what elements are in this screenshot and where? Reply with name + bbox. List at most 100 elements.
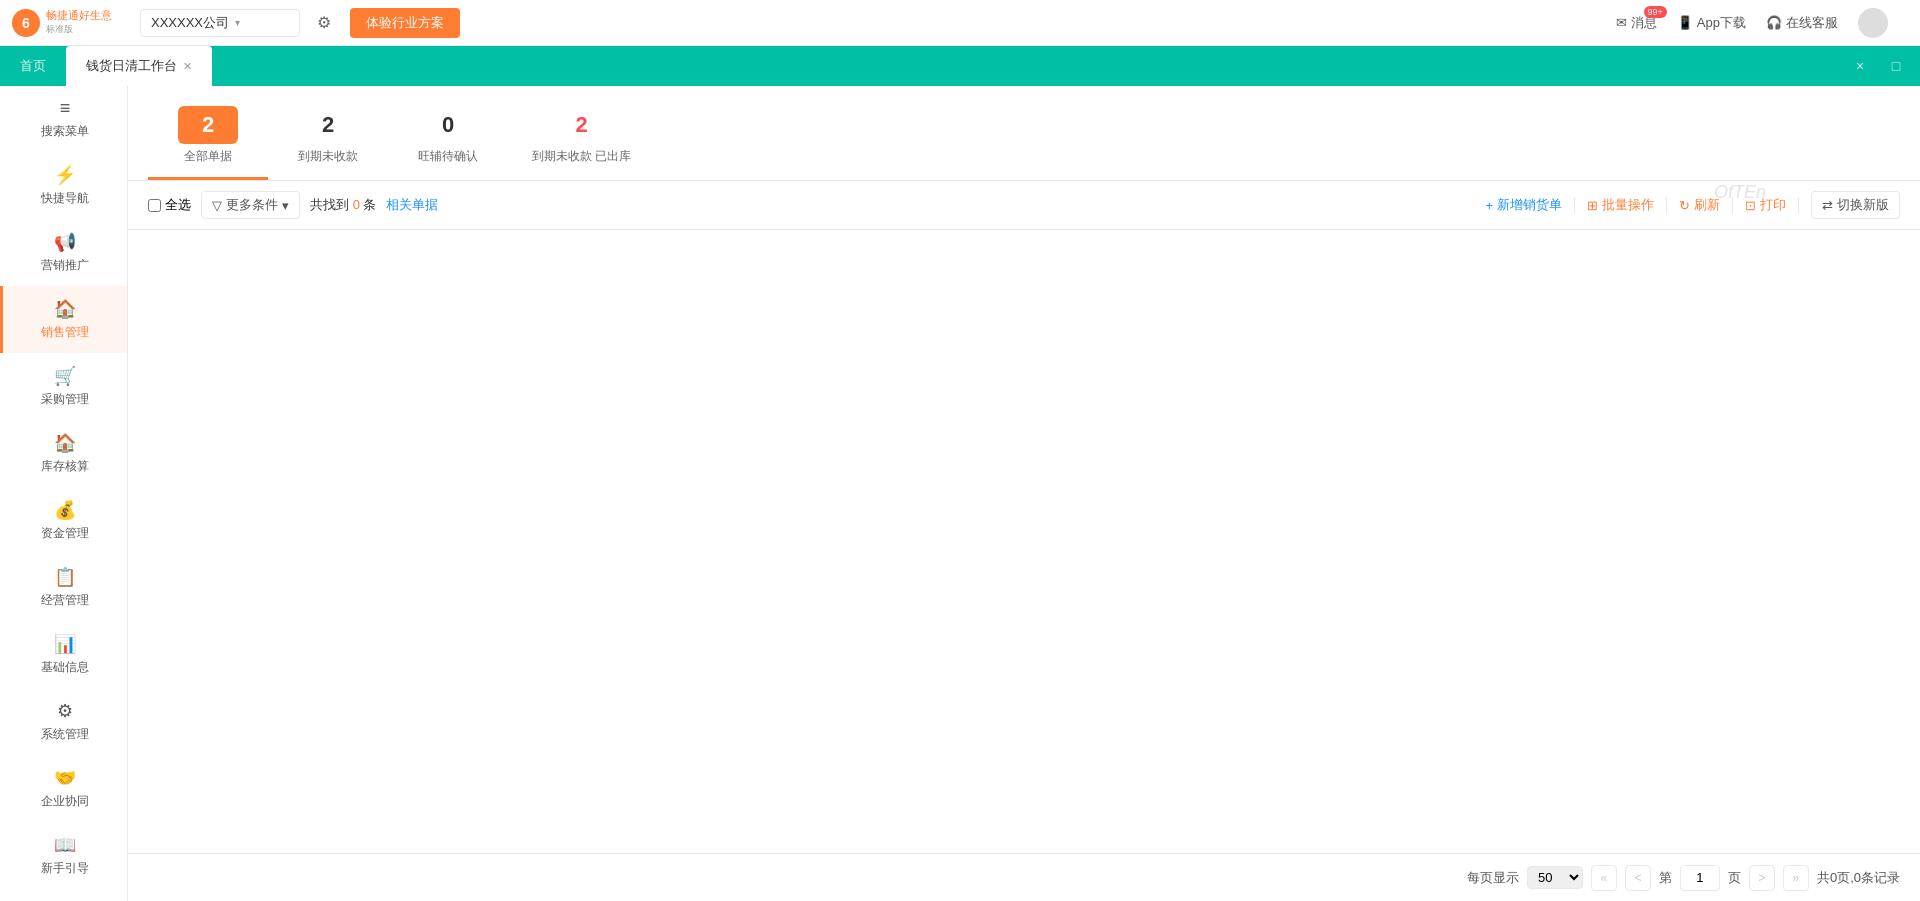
batch-icon: ⊞ xyxy=(1587,198,1598,213)
prev-page-button[interactable]: < xyxy=(1625,865,1651,891)
batch-label: 批量操作 xyxy=(1602,196,1654,214)
print-label: 打印 xyxy=(1760,196,1786,214)
select-all-checkbox[interactable]: 全选 xyxy=(148,196,191,214)
stat-pending-label: 旺辅待确认 xyxy=(418,148,478,165)
per-page-label: 每页显示 xyxy=(1467,869,1519,887)
sidebar-label-search-menu: 搜索菜单 xyxy=(41,123,89,140)
tab-home-label: 首页 xyxy=(20,57,46,75)
related-records-link[interactable]: 相关单据 xyxy=(386,196,438,214)
sidebar-label-marketing: 营销推广 xyxy=(41,257,89,274)
sidebar-item-sales[interactable]: 🏠 销售管理 xyxy=(0,286,127,353)
divider-1 xyxy=(1574,197,1575,213)
stat-tab-overdue-shipped[interactable]: 2 到期未收款 已出库 xyxy=(508,98,655,180)
select-all-label: 全选 xyxy=(165,196,191,214)
page-label: 第 xyxy=(1659,869,1672,887)
table-area xyxy=(128,230,1920,853)
divider-4 xyxy=(1798,197,1799,213)
sidebar-item-enterprise[interactable]: 🤝 企业协同 xyxy=(0,755,127,822)
tab-home[interactable]: 首页 xyxy=(0,46,66,86)
stat-overdue-number: 2 xyxy=(298,106,358,144)
switch-version-button[interactable]: ⇄ 切换新版 xyxy=(1811,191,1900,219)
sidebar-item-app-center[interactable]: 📦 应用中心 xyxy=(0,889,127,901)
stat-overdue-label: 到期未收款 xyxy=(298,148,358,165)
sidebar-item-finance[interactable]: 💰 资金管理 xyxy=(0,487,127,554)
divider-2 xyxy=(1666,197,1667,213)
content-area: 2 全部单据 2 到期未收款 0 旺辅待确认 2 到期未收款 已出库 全选 xyxy=(128,86,1920,901)
stat-tab-pending[interactable]: 0 旺辅待确认 xyxy=(388,98,508,180)
main-layout: ≡ 搜索菜单 ⚡ 快捷导航 📢 营销推广 🏠 销售管理 🛒 采购管理 🏠 库存核… xyxy=(0,86,1920,901)
count-number: 0 xyxy=(353,197,360,212)
sidebar-label-quick-nav: 快捷导航 xyxy=(41,190,89,207)
app-download-icon: 📱 xyxy=(1677,15,1693,30)
top-header: 6 畅捷通好生意 标准版 XXXXXX公司 ▾ ⚙ 体验行业方案 ✉ 消息 99… xyxy=(0,0,1920,46)
search-menu-icon: ≡ xyxy=(60,98,71,119)
select-all-input[interactable] xyxy=(148,199,161,212)
per-page-select[interactable]: 10 20 50 100 xyxy=(1527,866,1583,889)
sidebar-item-quick-nav[interactable]: ⚡ 快捷导航 xyxy=(0,152,127,219)
messages-badge: 99+ xyxy=(1644,6,1667,18)
logo-text: 畅捷通好生意 xyxy=(46,9,112,22)
sidebar-item-system[interactable]: ⚙ 系统管理 xyxy=(0,688,127,755)
logo-icon: 6 xyxy=(12,9,40,37)
first-page-button[interactable]: « xyxy=(1591,865,1617,891)
sidebar-item-guide[interactable]: 📖 新手引导 xyxy=(0,822,127,889)
count-text: 共找到 0 条 xyxy=(310,196,376,214)
toolbar: 全选 ▽ 更多条件 ▾ 共找到 0 条 相关单据 + 新增销货单 xyxy=(128,181,1920,230)
finance-icon: 💰 xyxy=(54,499,76,521)
expand-icon[interactable]: □ xyxy=(1882,52,1910,80)
app-download-button[interactable]: 📱 App下载 xyxy=(1677,14,1746,32)
settings-button[interactable]: ⚙ xyxy=(308,7,340,39)
sidebar-item-search-menu[interactable]: ≡ 搜索菜单 xyxy=(0,86,127,152)
sidebar-item-basic-info[interactable]: 📊 基础信息 xyxy=(0,621,127,688)
messages-button[interactable]: ✉ 消息 99+ xyxy=(1616,14,1657,32)
sidebar-label-sales: 销售管理 xyxy=(41,324,89,341)
sidebar-label-operations: 经营管理 xyxy=(41,592,89,609)
divider-3 xyxy=(1732,197,1733,213)
inventory-icon: 🏠 xyxy=(54,432,76,454)
guide-icon: 📖 xyxy=(54,834,76,856)
filter-label: 更多条件 xyxy=(226,196,278,214)
online-service-button[interactable]: 🎧 在线客服 xyxy=(1766,14,1838,32)
batch-operation-button[interactable]: ⊞ 批量操作 xyxy=(1587,196,1654,214)
avatar[interactable] xyxy=(1858,8,1888,38)
sidebar-item-operations[interactable]: 📋 经营管理 xyxy=(0,554,127,621)
sidebar-item-inventory[interactable]: 🏠 库存核算 xyxy=(0,420,127,487)
close-window-icon[interactable]: × xyxy=(1846,52,1874,80)
new-sales-button[interactable]: + 新增销货单 xyxy=(1485,196,1562,214)
pagination-bar: 每页显示 10 20 50 100 « < 第 页 > » 共0页,0条记录 xyxy=(128,853,1920,901)
next-page-button[interactable]: > xyxy=(1749,865,1775,891)
sidebar-item-marketing[interactable]: 📢 营销推广 xyxy=(0,219,127,286)
sales-icon: 🏠 xyxy=(54,298,76,320)
logo-area: 6 畅捷通好生意 标准版 xyxy=(12,9,140,37)
stats-tabs: 2 全部单据 2 到期未收款 0 旺辅待确认 2 到期未收款 已出库 xyxy=(128,86,1920,181)
page-number-input[interactable] xyxy=(1680,865,1720,891)
marketing-icon: 📢 xyxy=(54,231,76,253)
count-prefix: 共找到 xyxy=(310,197,349,212)
stat-all-number: 2 xyxy=(178,106,238,144)
sidebar-item-purchase[interactable]: 🛒 采购管理 xyxy=(0,353,127,420)
app-download-label: App下载 xyxy=(1697,14,1746,32)
total-label: 共0页,0条记录 xyxy=(1817,869,1900,887)
sidebar: ≡ 搜索菜单 ⚡ 快捷导航 📢 营销推广 🏠 销售管理 🛒 采购管理 🏠 库存核… xyxy=(0,86,128,901)
stat-tab-all[interactable]: 2 全部单据 xyxy=(148,98,268,180)
tab-bar-actions: × □ xyxy=(1846,52,1920,80)
filter-chevron-icon: ▾ xyxy=(282,198,289,213)
refresh-icon: ↻ xyxy=(1679,198,1690,213)
filter-button[interactable]: ▽ 更多条件 ▾ xyxy=(201,191,300,219)
print-button[interactable]: ⊡ 打印 xyxy=(1745,196,1786,214)
last-page-button[interactable]: » xyxy=(1783,865,1809,891)
stat-overdue-shipped-label: 到期未收款 已出库 xyxy=(532,148,631,165)
sidebar-label-enterprise: 企业协同 xyxy=(41,793,89,810)
stat-all-label: 全部单据 xyxy=(184,148,232,165)
refresh-button[interactable]: ↻ 刷新 xyxy=(1679,196,1720,214)
trial-button[interactable]: 体验行业方案 xyxy=(350,8,460,38)
operations-icon: 📋 xyxy=(54,566,76,588)
refresh-label: 刷新 xyxy=(1694,196,1720,214)
basic-info-icon: 📊 xyxy=(54,633,76,655)
close-tab-icon[interactable]: ✕ xyxy=(183,60,192,73)
quick-nav-icon: ⚡ xyxy=(54,164,76,186)
stat-tab-overdue[interactable]: 2 到期未收款 xyxy=(268,98,388,180)
toolbar-right: + 新增销货单 ⊞ 批量操作 ↻ 刷新 ⊡ 打印 xyxy=(1485,191,1900,219)
company-selector[interactable]: XXXXXX公司 ▾ xyxy=(140,9,300,37)
tab-workbench[interactable]: 钱货日清工作台 ✕ xyxy=(66,46,212,86)
